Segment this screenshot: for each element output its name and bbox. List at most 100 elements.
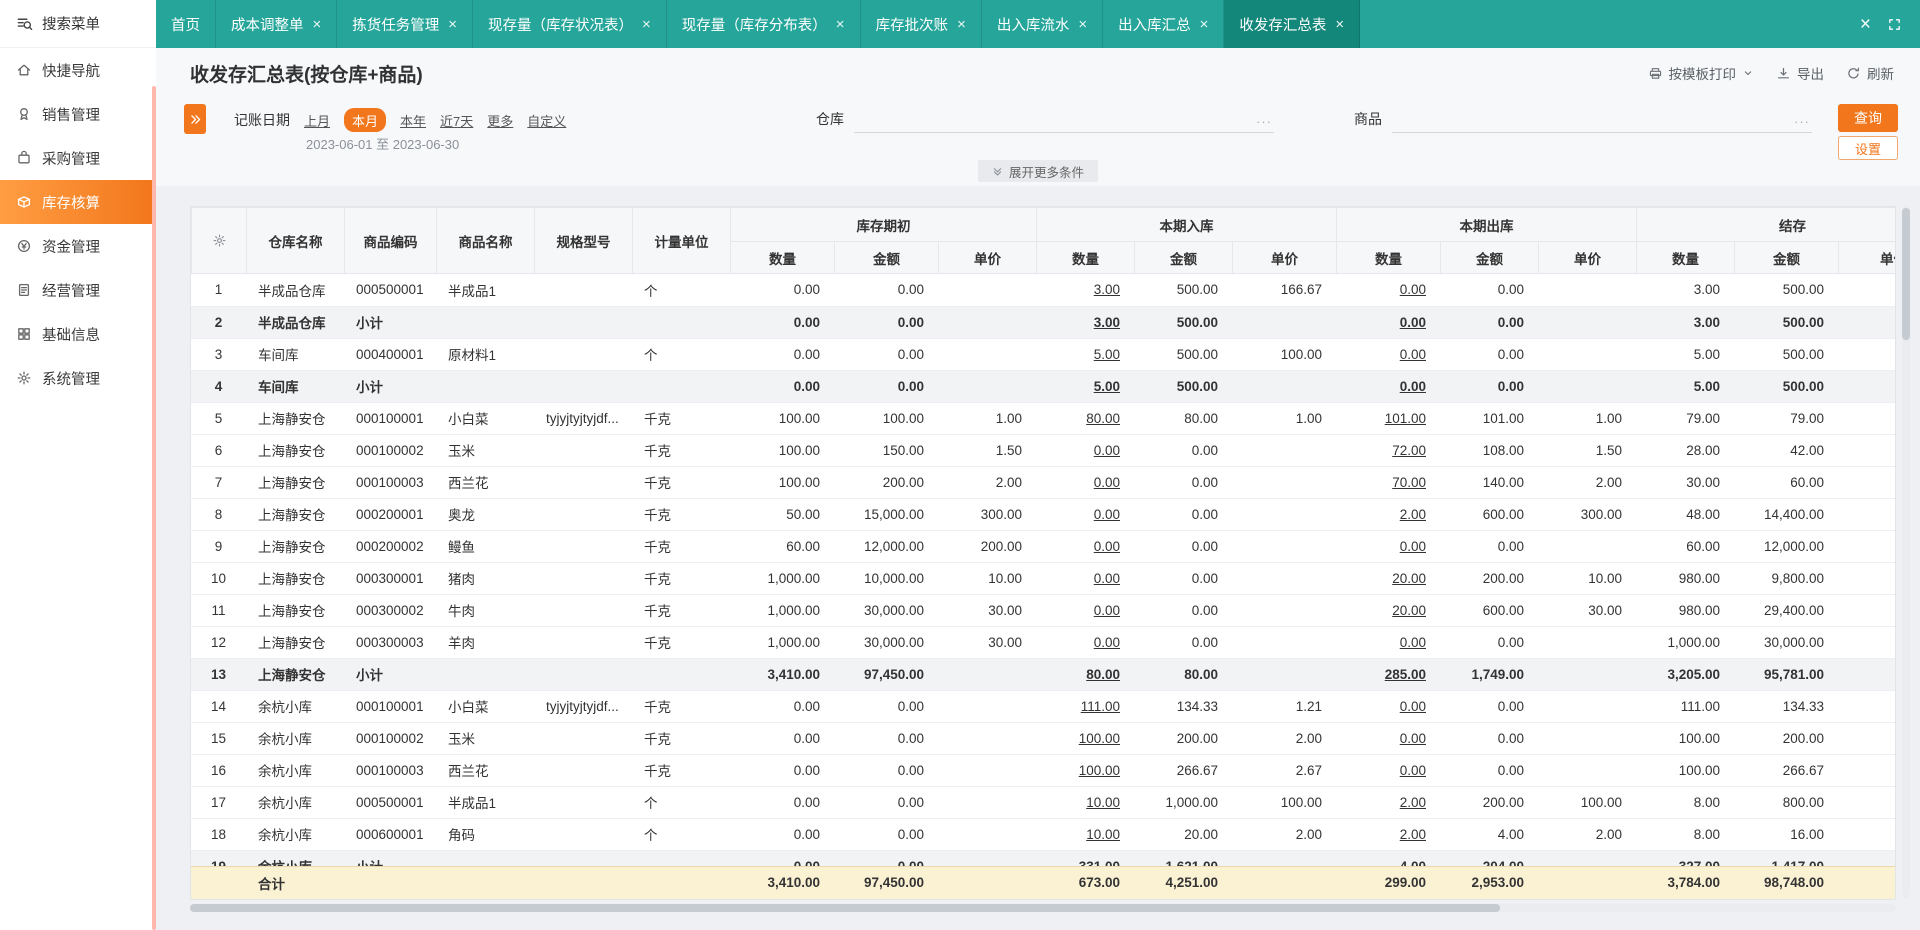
quick-last-month[interactable]: 上月 [304, 111, 330, 130]
cell-xq[interactable]: 0.00 [1336, 626, 1440, 659]
tab-inout-flow[interactable]: 出入库流水 × [982, 0, 1104, 48]
sidebar-item-quick-nav[interactable]: 快捷导航 [0, 48, 156, 92]
cell-iq[interactable]: 3.00 [1036, 306, 1134, 339]
cell-iq[interactable]: 331.00 [1036, 850, 1134, 866]
vertical-scrollbar-thumb[interactable] [1902, 208, 1910, 340]
cell-iq[interactable]: 0.00 [1036, 498, 1134, 531]
table-row[interactable]: 9 上海静安仓 000200002 鳗鱼 千克 60.00 12,000.00 200.00 0… [191, 530, 1895, 563]
tab-cost-adjustment[interactable]: 成本调整单 × [216, 0, 338, 48]
cell-xq[interactable]: 0.00 [1336, 722, 1440, 755]
cell-iq[interactable]: 80.00 [1036, 658, 1134, 691]
close-tab-icon[interactable]: × [1200, 17, 1209, 32]
horizontal-scrollbar[interactable] [190, 904, 1896, 912]
sidebar-item-purchase[interactable]: 采购管理 [0, 136, 156, 180]
tab-stock-distribution[interactable]: 现存量（库存分布表） × [667, 0, 861, 48]
quick-last-7-days[interactable]: 近7天 [440, 111, 473, 130]
cell-iq[interactable]: 100.00 [1036, 722, 1134, 755]
subtotal-row[interactable]: 2 半成品仓库 小计 0.00 0.00 3.00 500.00 0.00 0.00 3.00 50… [191, 306, 1895, 339]
horizontal-scrollbar-thumb[interactable] [190, 904, 1500, 912]
cell-xq[interactable]: 0.00 [1336, 530, 1440, 563]
sidebar-item-inventory[interactable]: 库存核算 [0, 180, 156, 224]
sidebar-item-system[interactable]: 系统管理 [0, 356, 156, 400]
cell-iq[interactable]: 0.00 [1036, 594, 1134, 627]
tab-receipt-dispatch-summary[interactable]: 收发存汇总表 × [1224, 0, 1361, 48]
tab-picking-task[interactable]: 拣货任务管理 × [337, 0, 474, 48]
close-icon[interactable]: × [1860, 15, 1871, 34]
sidebar-scrollbar[interactable] [152, 86, 156, 930]
table-row[interactable]: 16 余杭小库 000100003 西兰花 千克 0.00 0.00 100.00 266.67… [191, 754, 1895, 787]
cell-xq[interactable]: 0.00 [1336, 370, 1440, 403]
export-button[interactable]: 导出 [1776, 63, 1824, 83]
subtotal-row[interactable]: 4 车间库 小计 0.00 0.00 5.00 500.00 0.00 0.00 5.00 500.… [191, 370, 1895, 403]
table-row[interactable]: 17 余杭小库 000500001 半成品1 个 0.00 0.00 10.00 1,000.0… [191, 786, 1895, 819]
cell-iq[interactable]: 0.00 [1036, 626, 1134, 659]
cell-xq[interactable]: 0.00 [1336, 690, 1440, 723]
close-tab-icon[interactable]: × [448, 17, 457, 32]
cell-xq[interactable]: 2.00 [1336, 786, 1440, 819]
tab-home[interactable]: 首页 [156, 0, 216, 48]
cell-iq[interactable]: 3.00 [1036, 274, 1134, 307]
vertical-scrollbar[interactable] [1902, 206, 1910, 898]
cell-xq[interactable]: 0.00 [1336, 274, 1440, 307]
cell-iq[interactable]: 0.00 [1036, 530, 1134, 563]
expand-more-button[interactable]: 展开更多条件 [977, 160, 1098, 182]
table-row[interactable]: 1 半成品仓库 000500001 半成品1 个 0.00 0.00 3.00 500.00 16… [191, 274, 1895, 307]
cell-iq[interactable]: 5.00 [1036, 338, 1134, 371]
table-body[interactable]: 1 半成品仓库 000500001 半成品1 个 0.00 0.00 3.00 500.00 16… [191, 274, 1895, 866]
sidebar-item-base-info[interactable]: 基础信息 [0, 312, 156, 356]
cell-xq[interactable]: 0.00 [1336, 306, 1440, 339]
product-picker-button[interactable]: ··· [1794, 114, 1810, 129]
table-row[interactable]: 7 上海静安仓 000100003 西兰花 千克 100.00 200.00 2.00 0.00… [191, 466, 1895, 499]
cell-xq[interactable]: 0.00 [1336, 754, 1440, 787]
sidebar-item-funds[interactable]: 资金管理 [0, 224, 156, 268]
table-row[interactable]: 15 余杭小库 000100002 玉米 千克 0.00 0.00 100.00 200.00 2… [191, 722, 1895, 755]
quick-more[interactable]: 更多 [487, 111, 513, 130]
cell-xq[interactable]: 2.00 [1336, 498, 1440, 531]
subtotal-row[interactable]: 13 上海静安仓 小计 3,410.00 97,450.00 80.00 80.00 285.… [191, 658, 1895, 691]
close-tab-icon[interactable]: × [1335, 17, 1344, 32]
cell-xq[interactable]: 2.00 [1336, 818, 1440, 851]
table-row[interactable]: 6 上海静安仓 000100002 玉米 千克 100.00 150.00 1.50 0.00 0… [191, 434, 1895, 467]
tab-stock-batch[interactable]: 库存批次账 × [861, 0, 982, 48]
table-row[interactable]: 8 上海静安仓 000200001 奥龙 千克 50.00 15,000.00 300.00 0… [191, 498, 1895, 531]
cell-xq[interactable]: 20.00 [1336, 562, 1440, 595]
table-row[interactable]: 18 余杭小库 000600001 角码个 0.00 0.00 10.00 20.00 2.00… [191, 818, 1895, 851]
date-range-value[interactable]: 2023-06-01 至 2023-06-30 [306, 134, 459, 153]
table-row[interactable]: 12 上海静安仓 000300003 羊肉 千克 1,000.00 30,000.00 30.… [191, 626, 1895, 659]
cell-iq[interactable]: 0.00 [1036, 562, 1134, 595]
sidebar-item-business[interactable]: 经营管理 [0, 268, 156, 312]
quick-this-year[interactable]: 本年 [400, 111, 426, 130]
cell-xq[interactable]: 101.00 [1336, 402, 1440, 435]
table-row[interactable]: 5 上海静安仓 000100001 小白菜 tyjyjtyjtyjdf... 千克 100.… [191, 402, 1895, 435]
sidebar-item-sales[interactable]: 销售管理 [0, 92, 156, 136]
subtotal-row[interactable]: 19余杭小库小计 0.000.00 331.001,621.00 4.00204.00… [191, 850, 1895, 866]
cell-iq[interactable]: 10.00 [1036, 786, 1134, 819]
close-tab-icon[interactable]: × [957, 17, 966, 32]
print-by-template-button[interactable]: 按模板打印 [1648, 63, 1755, 83]
cell-iq[interactable]: 0.00 [1036, 466, 1134, 499]
cell-xq[interactable]: 70.00 [1336, 466, 1440, 499]
tab-stock-status[interactable]: 现存量（库存状况表） × [473, 0, 667, 48]
warehouse-picker-button[interactable]: ··· [1256, 114, 1272, 129]
close-tab-icon[interactable]: × [642, 17, 651, 32]
quick-this-month[interactable]: 本月 [344, 108, 387, 132]
settings-button[interactable]: 设置 [1838, 136, 1898, 160]
cell-iq[interactable]: 0.00 [1036, 434, 1134, 467]
column-settings-button[interactable] [191, 207, 247, 274]
product-input[interactable] [1392, 106, 1779, 132]
cell-iq[interactable]: 111.00 [1036, 690, 1134, 723]
close-tab-icon[interactable]: × [313, 17, 322, 32]
table-row[interactable]: 10 上海静安仓 000300001 猪肉 千克 1,000.00 10,000.00 10.… [191, 562, 1895, 595]
cell-iq[interactable]: 10.00 [1036, 818, 1134, 851]
close-tab-icon[interactable]: × [1078, 17, 1087, 32]
query-button[interactable]: 查询 [1838, 104, 1898, 132]
table-row[interactable]: 3 车间库 000400001 原材料1 个 0.00 0.00 5.00 500.00 100.… [191, 338, 1895, 371]
cell-xq[interactable]: 285.00 [1336, 658, 1440, 691]
table-row[interactable]: 11 上海静安仓 000300002 牛肉 千克 1,000.00 30,000.00 30.… [191, 594, 1895, 627]
refresh-button[interactable]: 刷新 [1846, 63, 1894, 83]
cell-iq[interactable]: 100.00 [1036, 754, 1134, 787]
collapse-filter-button[interactable] [184, 104, 206, 134]
cell-xq[interactable]: 20.00 [1336, 594, 1440, 627]
cell-iq[interactable]: 80.00 [1036, 402, 1134, 435]
warehouse-input[interactable] [854, 106, 1241, 132]
